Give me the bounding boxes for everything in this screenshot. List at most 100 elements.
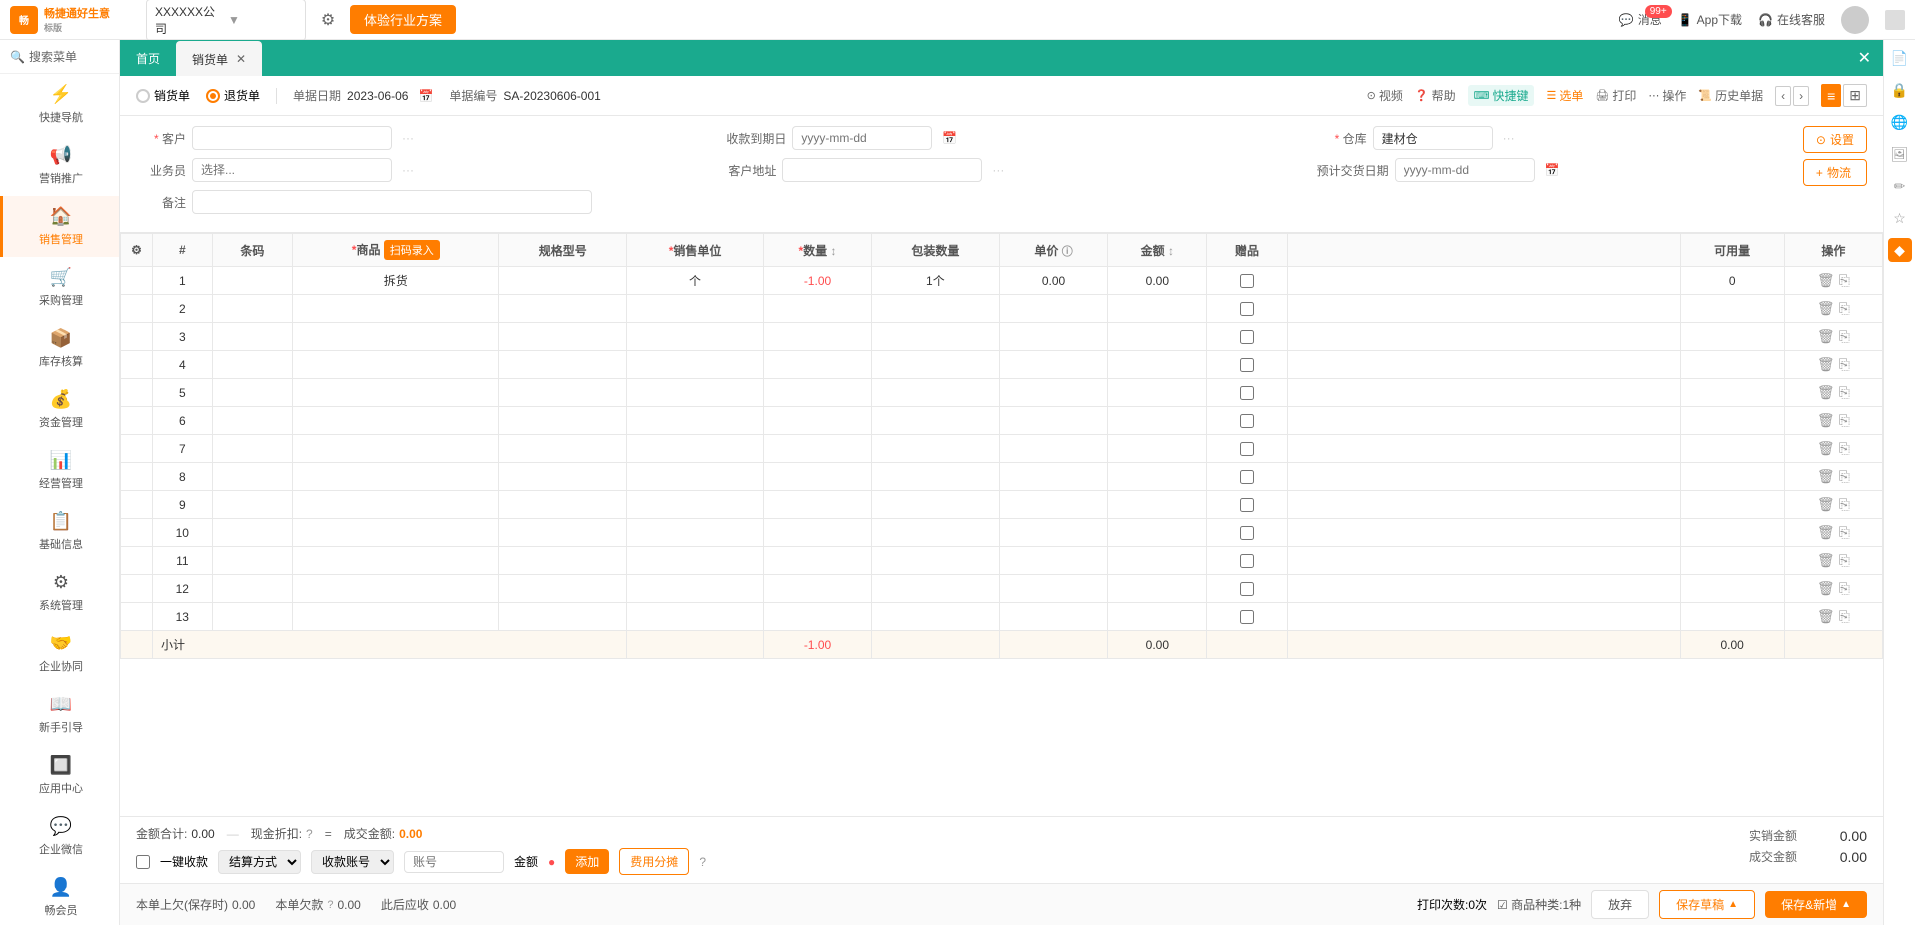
sidebar-search[interactable]: 🔍 搜索菜单 (0, 40, 119, 74)
message-btn[interactable]: 💬 消息 99+ (1619, 11, 1662, 28)
date-calendar-icon[interactable]: 📅 (418, 89, 433, 103)
row-barcode[interactable] (212, 267, 293, 295)
copy-icon[interactable]: ⎘ (1839, 552, 1850, 569)
expense-help-icon[interactable]: ? (699, 855, 706, 869)
sidebar-item-system[interactable]: ⚙ 系统管理 (0, 562, 119, 623)
sidebar-item-member[interactable]: 👤 畅会员 (0, 867, 119, 925)
right-sidebar-edit-icon[interactable]: ✏ (1888, 174, 1912, 198)
row-spec[interactable] (499, 267, 627, 295)
payment-date-calendar-icon[interactable]: 📅 (942, 131, 957, 145)
copy-icon[interactable]: ⎘ (1839, 580, 1850, 597)
notes-input[interactable] (192, 190, 592, 214)
delete-icon[interactable]: 🗑 (1817, 496, 1835, 513)
company-selector[interactable]: XXXXXX公司 ▼ (146, 0, 306, 41)
copy-icon[interactable]: ⎘ (1839, 524, 1850, 541)
save-draft-button[interactable]: 保存草稿 ▲ (1659, 890, 1755, 919)
right-sidebar-doc-icon[interactable]: 📄 (1888, 46, 1912, 70)
expense-split-button[interactable]: 费用分摊 (619, 848, 689, 875)
row-qty[interactable]: -1.00 (763, 267, 871, 295)
online-support-btn[interactable]: 🎧 在线客服 (1758, 11, 1825, 28)
right-sidebar-globe-icon[interactable]: 🌐 (1888, 110, 1912, 134)
customer-addr-input[interactable] (782, 158, 982, 182)
video-icon-btn[interactable]: ⊙ 视频 (1367, 87, 1403, 104)
sidebar-item-inventory[interactable]: 📦 库存核算 (0, 318, 119, 379)
payment-account-select[interactable]: 收款账号 (311, 850, 394, 874)
delete-icon[interactable]: 🗑 (1817, 440, 1835, 457)
tab-sales-order[interactable]: 销货单 ✕ (176, 41, 262, 77)
payment-amount-input[interactable] (404, 851, 504, 873)
sidebar-item-enterprise[interactable]: 🤝 企业协同 (0, 623, 119, 684)
shortcut-icon-btn[interactable]: ⌨ 快捷键 (1468, 85, 1535, 106)
delete-icon[interactable]: 🗑 (1817, 552, 1835, 569)
delete-icon[interactable]: 🗑 (1817, 356, 1835, 373)
payment-method-select[interactable]: 结算方式 (218, 850, 301, 874)
layout-grid-btn[interactable]: ⊞ (1843, 84, 1867, 107)
tab-home[interactable]: 首页 (120, 40, 176, 76)
trial-button[interactable]: 体验行业方案 (350, 5, 456, 34)
help-icon-btn[interactable]: ❓ 帮助 (1415, 87, 1456, 104)
tab-close-icon[interactable]: ✕ (236, 52, 246, 66)
delete-icon[interactable]: 🗑 (1817, 412, 1835, 429)
copy-icon[interactable]: ⎘ (1839, 356, 1850, 373)
warehouse-dots-icon[interactable]: ··· (1503, 131, 1515, 145)
sidebar-item-marketing[interactable]: 📢 营销推广 (0, 135, 119, 196)
total-owe-help-icon[interactable]: ? (327, 899, 333, 911)
one-click-pay-checkbox[interactable] (136, 855, 150, 869)
right-sidebar-lock-icon[interactable]: 🔒 (1888, 78, 1912, 102)
sidebar-item-basic[interactable]: 📋 基础信息 (0, 501, 119, 562)
settings-button[interactable]: ⊙ 实销金额 设置 (1803, 126, 1867, 153)
tab-bar-close-icon[interactable]: ✕ (1846, 48, 1883, 68)
settings-icon[interactable]: ⚙ (314, 6, 342, 34)
delete-icon[interactable]: 🗑 (1817, 468, 1835, 485)
salesperson-input[interactable] (192, 158, 392, 182)
copy-icon[interactable]: ⎘ (1839, 384, 1850, 401)
delete-icon[interactable]: 🗑 (1817, 384, 1835, 401)
sidebar-item-app-center[interactable]: 🔲 应用中心 (0, 745, 119, 806)
expected-date-input[interactable] (1395, 158, 1535, 182)
copy-icon[interactable]: ⎘ (1839, 608, 1850, 625)
sidebar-item-purchase[interactable]: 🛒 采购管理 (0, 257, 119, 318)
copy-icon[interactable]: ⎘ (1839, 440, 1850, 457)
delete-icon[interactable]: 🗑 (1817, 272, 1835, 289)
customer-input[interactable] (192, 126, 392, 150)
col-gear[interactable]: ⚙ (121, 234, 153, 267)
row-gift[interactable] (1207, 267, 1288, 295)
sidebar-item-newbie[interactable]: 📖 新手引导 (0, 684, 119, 745)
right-sidebar-star-icon[interactable]: ☆ (1888, 206, 1912, 230)
copy-icon[interactable]: ⎘ (1839, 272, 1850, 289)
row-price[interactable]: 0.00 (999, 267, 1108, 295)
addr-dots-icon[interactable]: ··· (992, 163, 1004, 177)
nav-next-btn[interactable]: › (1793, 86, 1809, 106)
operation-icon-btn[interactable]: ⋯ 操作 (1648, 87, 1686, 104)
copy-icon[interactable]: ⎘ (1839, 496, 1850, 513)
user-avatar[interactable] (1841, 6, 1869, 34)
abandon-button[interactable]: 放弃 (1591, 890, 1649, 919)
delete-icon[interactable]: 🗑 (1817, 524, 1835, 541)
add-payment-button[interactable]: 添加 (565, 849, 609, 874)
copy-icon[interactable]: ⎘ (1839, 300, 1850, 317)
delete-icon[interactable]: 🗑 (1817, 300, 1835, 317)
print-icon-btn[interactable]: 🖨 打印 (1595, 87, 1636, 104)
sidebar-item-finance[interactable]: 💰 资金管理 (0, 379, 119, 440)
radio-sales-order[interactable]: 销货单 (136, 87, 190, 104)
delete-icon[interactable]: 🗑 (1817, 580, 1835, 597)
sidebar-item-quick-nav[interactable]: ⚡ 快捷导航 (0, 74, 119, 135)
sidebar-item-sales[interactable]: 🏠 销售管理 (0, 196, 119, 257)
nav-prev-btn[interactable]: ‹ (1775, 86, 1791, 106)
row-notes[interactable] (1287, 267, 1680, 295)
copy-icon[interactable]: ⎘ (1839, 328, 1850, 345)
radio-return-order[interactable]: 退货单 (206, 87, 260, 104)
salesperson-dots-icon[interactable]: ··· (402, 163, 414, 177)
copy-icon[interactable]: ⎘ (1839, 468, 1850, 485)
discount-help-icon[interactable]: ? (306, 827, 313, 841)
payment-date-input[interactable] (792, 126, 932, 150)
copy-icon[interactable]: ⎘ (1839, 412, 1850, 429)
right-sidebar-image-icon[interactable]: 🖼 (1888, 142, 1912, 166)
save-new-button[interactable]: 保存&新增 ▲ (1765, 891, 1867, 918)
select-icon-btn[interactable]: ☰ 选单 (1546, 87, 1583, 104)
expected-date-calendar-icon[interactable]: 📅 (1545, 163, 1560, 177)
layout-list-btn[interactable]: ≡ (1821, 84, 1841, 107)
right-sidebar-active-icon[interactable]: ◆ (1888, 238, 1912, 262)
logistics-button[interactable]: + 物流 (1803, 159, 1867, 186)
history-icon-btn[interactable]: 📜 历史单据 (1698, 87, 1763, 104)
